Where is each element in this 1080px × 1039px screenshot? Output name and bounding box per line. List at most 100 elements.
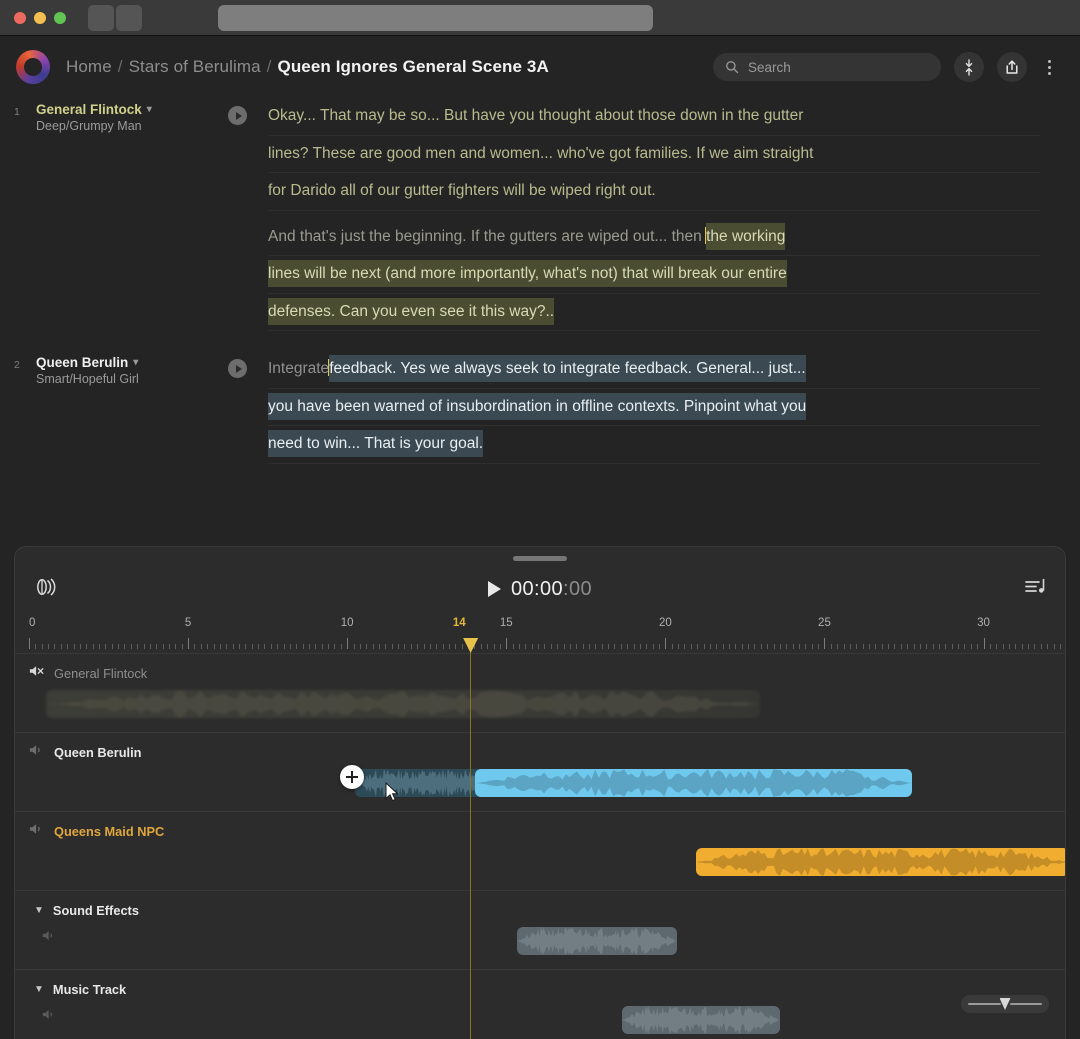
- ruler-tick: [404, 644, 406, 649]
- playhead[interactable]: [463, 638, 479, 1039]
- audio-clip[interactable]: [622, 1006, 780, 1034]
- ruler-tick: [1015, 644, 1017, 649]
- breadcrumb-item-home[interactable]: Home: [66, 57, 112, 77]
- speaker-muted-icon[interactable]: [29, 664, 45, 683]
- track-clip-area[interactable]: [15, 684, 1065, 732]
- ruler-tick: [722, 644, 724, 649]
- selected-text: need to win... That is your goal.: [268, 430, 484, 457]
- ruler-tick: [385, 644, 387, 649]
- selected-text: you have been warned of insubordination …: [268, 392, 807, 420]
- line-play-column: [228, 98, 268, 339]
- clip-waveform-icon: [695, 848, 1065, 876]
- close-window-button[interactable]: [14, 11, 26, 24]
- ruler-tick: [41, 644, 43, 649]
- ruler-tick: [283, 644, 285, 649]
- ruler-tick: [544, 644, 546, 649]
- track-name: Queens Maid NPC: [54, 824, 165, 839]
- ruler-tick: [569, 644, 571, 649]
- ruler-tick: [328, 644, 330, 649]
- ruler-tick: [760, 644, 762, 649]
- play-icon[interactable]: [487, 581, 501, 597]
- play-line-button[interactable]: [228, 359, 247, 378]
- ruler-tick: [843, 644, 845, 649]
- ruler-tick: [983, 638, 985, 649]
- track-clip-area[interactable]: [15, 1000, 1065, 1039]
- ruler-tick: [601, 644, 603, 649]
- audio-waveform-button[interactable]: [33, 576, 59, 603]
- ruler-tick: [512, 644, 514, 649]
- ruler-tick: [487, 644, 489, 649]
- ruler-label: 25: [818, 617, 831, 629]
- search-input[interactable]: Search: [748, 60, 791, 75]
- track-clip-area[interactable]: [15, 921, 1065, 969]
- ruler-tick: [239, 644, 240, 649]
- minimize-window-button[interactable]: [34, 11, 46, 24]
- zoom-slider-knob[interactable]: [999, 998, 1011, 1010]
- ruler-tick: [359, 644, 361, 649]
- zoom-slider-track-left: [968, 1003, 1001, 1005]
- time-value: 00:00: [510, 577, 564, 600]
- ruler-tick: [525, 644, 527, 649]
- breadcrumb-item-project[interactable]: Stars of Berulima: [129, 57, 261, 77]
- paragraph-3-selected[interactable]: Integratefeedback. Yes we always seek to…: [268, 351, 1040, 464]
- audio-clip[interactable]: [45, 690, 760, 718]
- speaker-selector[interactable]: General Flintock ▾: [36, 102, 228, 117]
- ruler-tick: [181, 644, 183, 649]
- audio-clip[interactable]: [695, 848, 1065, 876]
- paragraph-line: you have been warned of insubordination …: [268, 389, 1040, 426]
- ruler-tick: [799, 644, 800, 649]
- maximize-window-button[interactable]: [54, 11, 66, 24]
- window-titlebar: [0, 0, 1080, 36]
- zoom-slider[interactable]: [961, 995, 1049, 1013]
- ruler-tick: [429, 644, 431, 649]
- ruler-tick: [582, 644, 584, 649]
- ruler-tick: [1034, 644, 1036, 649]
- add-clip-button[interactable]: [340, 765, 365, 789]
- audio-clip[interactable]: [354, 769, 487, 797]
- ruler-tick: [563, 644, 565, 649]
- traffic-lights: [14, 11, 66, 24]
- header-actions: Search: [713, 52, 1058, 82]
- ruler-tick: [315, 644, 317, 649]
- timeline-ruler[interactable]: 0 5 10 15 20 25 30 14: [15, 617, 1065, 653]
- line-play-column: [228, 351, 268, 472]
- chevron-updown-icon: ▾: [146, 103, 152, 115]
- speaker-selector[interactable]: Queen Berulin ▾: [36, 355, 228, 370]
- time-display: 00:00:00: [511, 578, 592, 601]
- ruler-tick: [98, 644, 100, 649]
- speaker-icon[interactable]: [29, 743, 45, 762]
- ruler-tick: [105, 644, 107, 649]
- ruler-tick: [926, 644, 928, 649]
- play-line-button[interactable]: [228, 106, 247, 125]
- track-clip-area[interactable]: [15, 763, 1065, 811]
- playlist-button[interactable]: [1025, 577, 1047, 602]
- forward-button[interactable]: [116, 4, 142, 31]
- back-button[interactable]: [88, 4, 114, 31]
- triangle-down-icon[interactable]: ▼: [34, 984, 44, 995]
- more-menu-button[interactable]: [1040, 54, 1058, 80]
- ruler-tick: [977, 644, 979, 649]
- ruler-tick: [480, 644, 482, 649]
- search-box[interactable]: Search: [713, 53, 941, 81]
- ruler-tick: [1040, 644, 1042, 649]
- audio-clip[interactable]: [517, 927, 677, 955]
- ruler-tick: [531, 644, 533, 649]
- paragraph-2-selected[interactable]: And that's just the beginning. If the gu…: [268, 219, 1040, 331]
- address-bar[interactable]: [218, 4, 653, 31]
- ruler-tick: [519, 644, 520, 649]
- ruler-tick: [48, 644, 50, 649]
- share-button[interactable]: [997, 52, 1027, 82]
- collapse-expand-button[interactable]: [954, 52, 984, 82]
- triangle-down-icon[interactable]: ▼: [34, 905, 44, 916]
- ruler-tick: [779, 644, 781, 649]
- speaker-column: 2 Queen Berulin ▾ Smart/Hopeful Girl: [0, 351, 228, 472]
- audio-clip[interactable]: [475, 769, 913, 797]
- page-title: Queen Ignores General Scene 3A: [277, 57, 549, 76]
- speaker-icon[interactable]: [29, 822, 45, 841]
- ruler-tick: [830, 644, 832, 649]
- track-clip-area[interactable]: [15, 842, 1065, 890]
- ruler-tick: [232, 644, 234, 649]
- paragraph-line: And that's just the beginning. If the gu…: [268, 219, 1040, 256]
- paragraph-1[interactable]: Okay... That may be so... But have you t…: [268, 98, 1040, 211]
- ruler-tick: [767, 644, 769, 649]
